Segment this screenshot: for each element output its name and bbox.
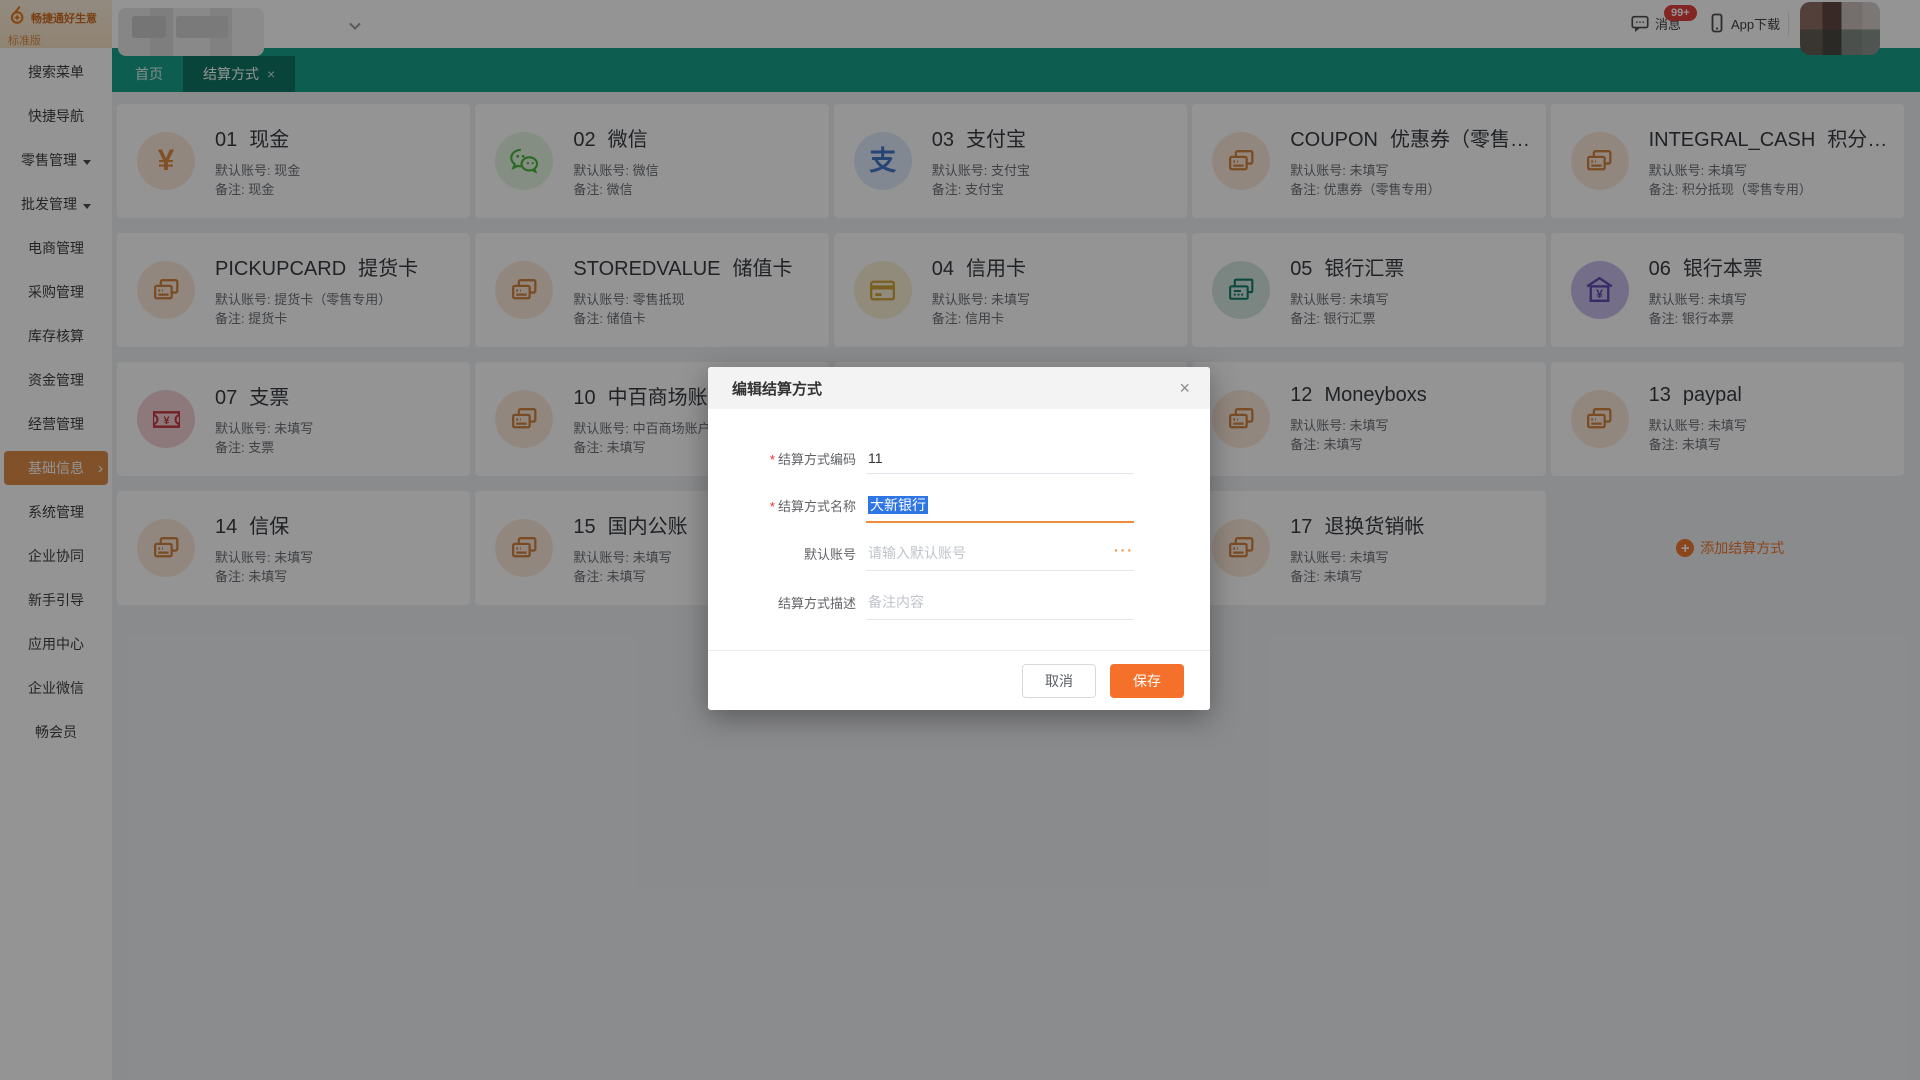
- form-row-code: * 结算方式编码 11: [738, 440, 1134, 476]
- dialog-header: 编辑结算方式 ×: [708, 367, 1210, 409]
- form-row-description: 结算方式描述 备注内容: [738, 584, 1134, 620]
- form-row-account: 默认账号 请输入默认账号 ···: [738, 535, 1134, 571]
- dialog-close-icon[interactable]: ×: [1179, 379, 1190, 397]
- form-row-name: * 结算方式名称 大新银行: [738, 487, 1134, 523]
- dialog-footer: 取消 保存: [708, 650, 1210, 710]
- selected-input-text: 大新银行: [868, 495, 928, 514]
- default-account-input[interactable]: 请输入默认账号 ···: [866, 536, 1134, 571]
- description-input[interactable]: 备注内容: [866, 585, 1134, 620]
- account-picker-icon[interactable]: ···: [1114, 542, 1134, 558]
- settlement-name-input[interactable]: 大新银行: [866, 488, 1134, 523]
- settlement-code-input[interactable]: 11: [866, 443, 1134, 474]
- dialog-title: 编辑结算方式: [732, 380, 823, 398]
- edit-settlement-method-dialog: 编辑结算方式 × * 结算方式编码 11 * 结算方式名称 大新银行 默认账号 请输…: [708, 367, 1210, 710]
- save-button[interactable]: 保存: [1110, 663, 1184, 698]
- required-asterisk: *: [769, 451, 775, 467]
- cancel-button[interactable]: 取消: [1022, 663, 1096, 698]
- required-asterisk: *: [769, 498, 775, 514]
